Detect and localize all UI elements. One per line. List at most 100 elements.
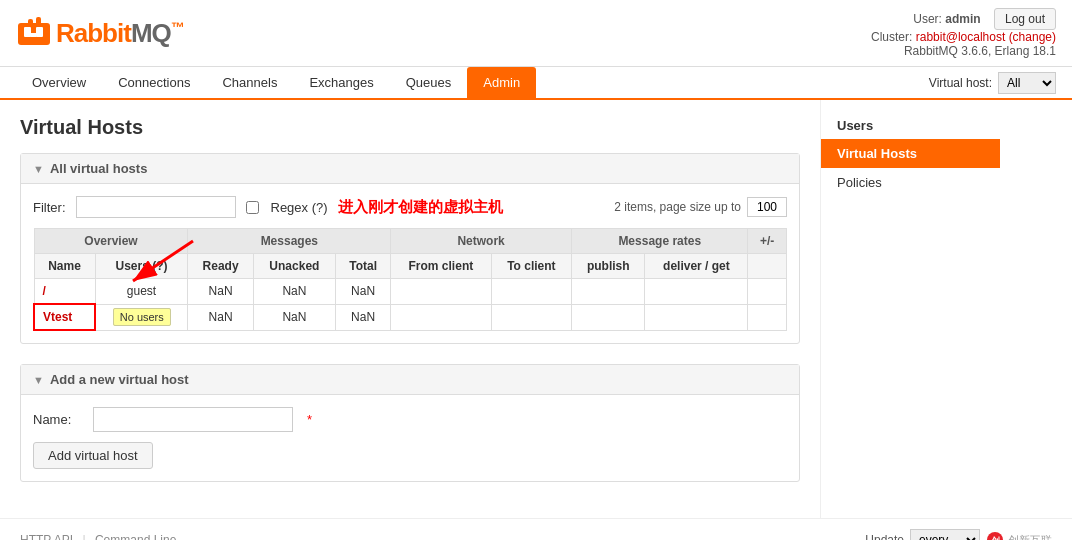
filter-row: Filter: Regex (?) 进入刚才创建的虚拟主机 2 items, p…	[33, 196, 787, 218]
tab-overview[interactable]: Overview	[16, 67, 102, 98]
cluster-link[interactable]: rabbit@localhost	[916, 30, 1006, 44]
sidebar-item-virtual-hosts[interactable]: Virtual Hosts	[821, 139, 1000, 168]
page-size-input[interactable]	[747, 197, 787, 217]
add-name-label: Name:	[33, 412, 83, 427]
col-group-network: Network	[391, 229, 572, 254]
rabbitmq-logo-icon	[16, 15, 52, 51]
vhost-unacked-slash: NaN	[253, 279, 335, 305]
tab-channels[interactable]: Channels	[206, 67, 293, 98]
add-section-arrow: ▼	[33, 374, 44, 386]
all-virtual-hosts-section: ▼ All virtual hosts Filter: Regex (?) 进入…	[20, 153, 800, 344]
watermark: 创 创新互联	[986, 531, 1052, 540]
cluster-info: Cluster: rabbit@localhost (change)	[871, 30, 1056, 44]
vhost-to-vtest	[491, 304, 571, 330]
svg-rect-3	[30, 33, 37, 37]
vhost-total-vtest: NaN	[336, 304, 391, 330]
col-name: Name	[34, 254, 95, 279]
vhost-users-vtest: No users	[95, 304, 188, 330]
vhost-total-slash: NaN	[336, 279, 391, 305]
section-arrow: ▼	[33, 163, 44, 175]
all-virtual-hosts-header[interactable]: ▼ All virtual hosts	[21, 154, 799, 184]
filter-label: Filter:	[33, 200, 66, 215]
cluster-change-link[interactable]: (change)	[1009, 30, 1056, 44]
red-arrow-svg	[113, 236, 233, 296]
logo-text: RabbitMQ™	[56, 18, 184, 49]
tab-admin[interactable]: Admin	[467, 67, 536, 98]
header-right: User: admin Log out Cluster: rabbit@loca…	[871, 8, 1056, 58]
virtual-host-label: Virtual host:	[929, 76, 992, 90]
col-publish: publish	[572, 254, 645, 279]
sidebar-item-policies[interactable]: Policies	[821, 168, 1000, 197]
update-select[interactable]: every 5s 10s 30s 60s manual	[910, 529, 980, 540]
add-virtual-host-body: Name: * Add virtual host	[21, 395, 799, 481]
version-info: RabbitMQ 3.6.6, Erlang 18.1	[871, 44, 1056, 58]
col-empty	[748, 254, 787, 279]
vhost-deliver-vtest	[645, 304, 748, 330]
tab-connections[interactable]: Connections	[102, 67, 206, 98]
watermark-text: 创新互联	[1008, 533, 1052, 541]
regex-label: Regex (?)	[271, 200, 328, 215]
add-virtual-host-button[interactable]: Add virtual host	[33, 442, 153, 469]
add-virtual-host-section: ▼ Add a new virtual host Name: * Add vir…	[20, 364, 800, 482]
user-info: User: admin Log out	[871, 8, 1056, 30]
update-label: Update	[865, 533, 904, 540]
footer-command-line-link[interactable]: Command Line	[95, 533, 176, 540]
cluster-label: Cluster:	[871, 30, 912, 44]
chinese-annotation: 进入刚才创建的虚拟主机	[338, 198, 503, 217]
page-info-text: 2 items, page size up to	[614, 200, 741, 214]
col-deliver-get: deliver / get	[645, 254, 748, 279]
svg-rect-5	[36, 17, 41, 27]
vhost-deliver-slash	[645, 279, 748, 305]
sidebar-users-heading: Users	[821, 112, 1000, 139]
virtual-host-select[interactable]: All / Vtest	[998, 72, 1056, 94]
regex-checkbox[interactable]	[246, 201, 259, 214]
page-info: 2 items, page size up to	[614, 197, 787, 217]
vhost-name-slash[interactable]: /	[34, 279, 95, 305]
add-name-input[interactable]	[93, 407, 293, 432]
section-title: All virtual hosts	[50, 161, 148, 176]
all-virtual-hosts-body: Filter: Regex (?) 进入刚才创建的虚拟主机 2 items, p…	[21, 184, 799, 343]
footer: HTTP API | Command Line Update every 5s …	[0, 518, 1072, 540]
vhost-to-slash	[491, 279, 571, 305]
logout-button[interactable]: Log out	[994, 8, 1056, 30]
nav: Overview Connections Channels Exchanges …	[0, 67, 1072, 100]
col-total: Total	[336, 254, 391, 279]
svg-rect-4	[28, 19, 33, 27]
table-row: Vtest No users NaN NaN NaN	[34, 304, 787, 330]
vhost-from-vtest	[391, 304, 491, 330]
footer-http-api-link[interactable]: HTTP API	[20, 533, 73, 540]
vhost-publish-vtest	[572, 304, 645, 330]
vhost-unacked-vtest: NaN	[253, 304, 335, 330]
tab-exchanges[interactable]: Exchanges	[293, 67, 389, 98]
col-from-client: From client	[391, 254, 491, 279]
logo-area: RabbitMQ™	[16, 15, 184, 51]
header: RabbitMQ™ User: admin Log out Cluster: r…	[0, 0, 1072, 67]
vhost-action-vtest	[748, 304, 787, 330]
tab-queues[interactable]: Queues	[390, 67, 468, 98]
vhost-publish-slash	[572, 279, 645, 305]
watermark-icon: 创	[986, 531, 1004, 540]
sidebar: Users Virtual Hosts Policies	[820, 100, 1000, 518]
svg-text:创: 创	[990, 536, 1000, 540]
no-users-badge: No users	[113, 308, 171, 326]
filter-input[interactable]	[76, 196, 236, 218]
add-name-row: Name: *	[33, 407, 787, 432]
footer-links: HTTP API | Command Line	[20, 533, 176, 540]
vhost-from-slash	[391, 279, 491, 305]
svg-rect-2	[36, 27, 43, 37]
required-star: *	[307, 412, 312, 427]
add-virtual-host-header[interactable]: ▼ Add a new virtual host	[21, 365, 799, 395]
nav-right: Virtual host: All / Vtest	[929, 72, 1056, 94]
svg-rect-1	[24, 27, 31, 37]
page-title: Virtual Hosts	[20, 116, 800, 139]
user-label: User:	[913, 12, 942, 26]
add-section-title: Add a new virtual host	[50, 372, 189, 387]
main: Virtual Hosts ▼ All virtual hosts Filter…	[0, 100, 1072, 518]
col-group-message-rates: Message rates	[572, 229, 748, 254]
col-unacked: Unacked	[253, 254, 335, 279]
col-plus-minus[interactable]: +/-	[748, 229, 787, 254]
content: Virtual Hosts ▼ All virtual hosts Filter…	[0, 100, 820, 518]
vhost-name-vtest[interactable]: Vtest	[34, 304, 95, 330]
svg-line-7	[133, 241, 193, 281]
vhost-ready-vtest: NaN	[188, 304, 253, 330]
